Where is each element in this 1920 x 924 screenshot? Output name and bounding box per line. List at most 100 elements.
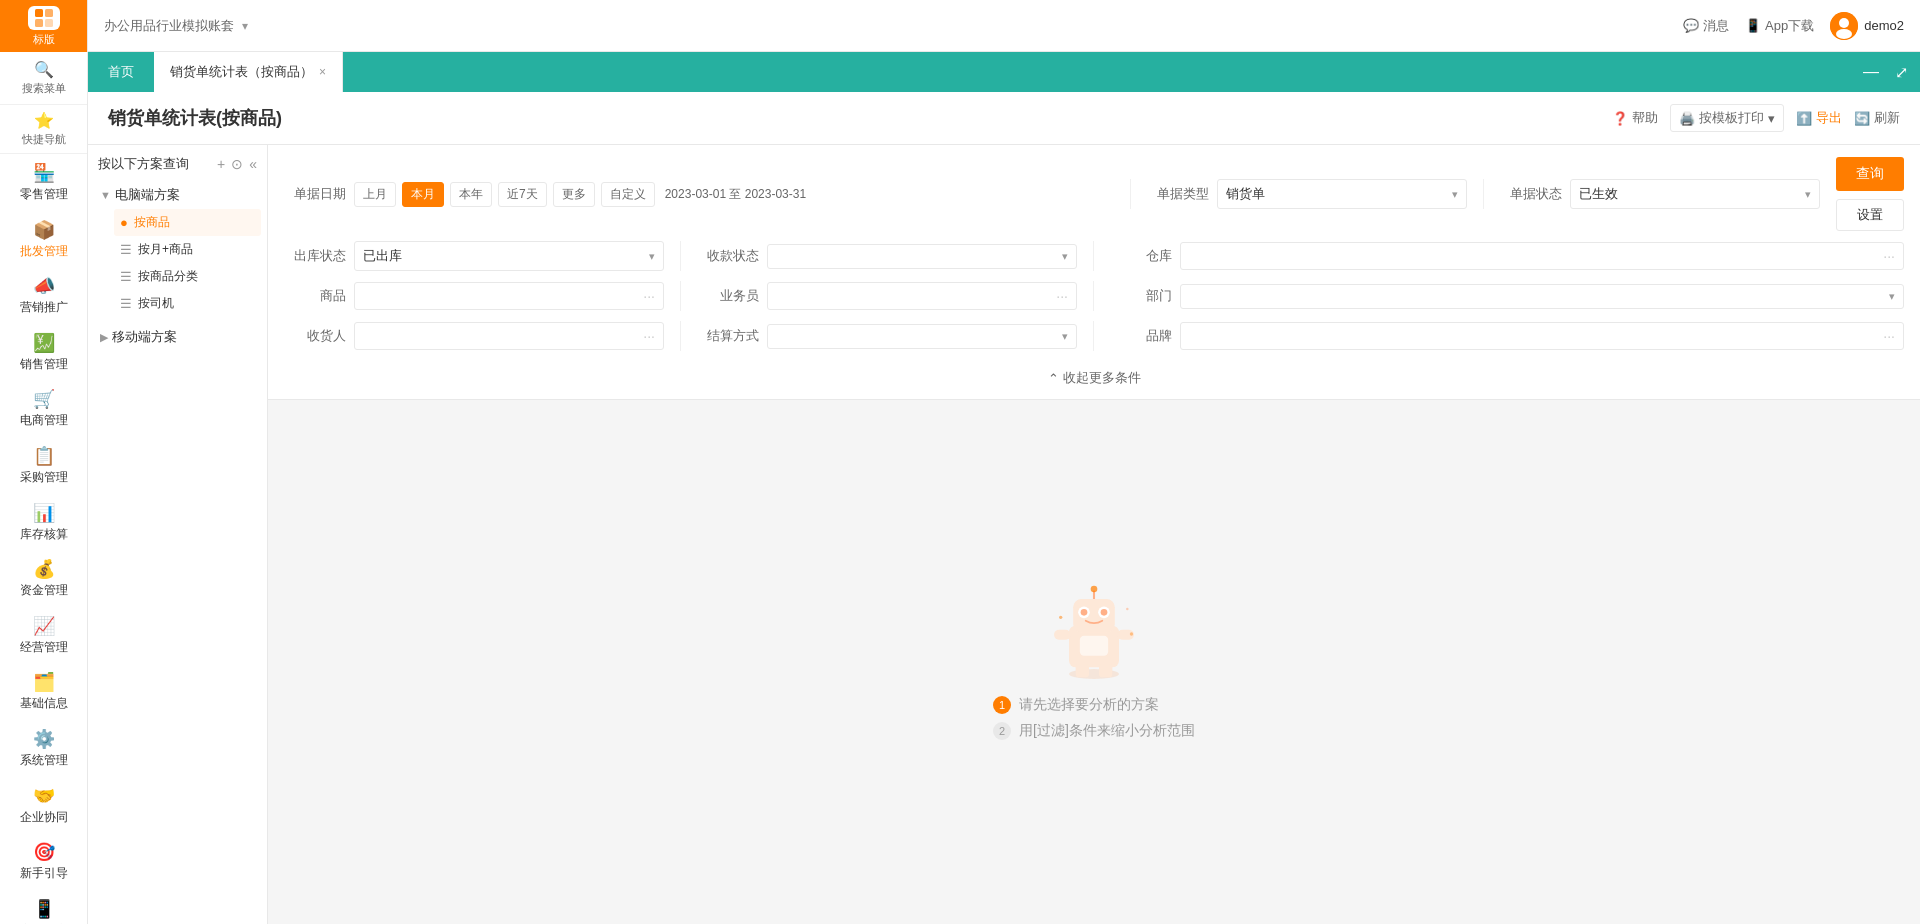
tree-item-by-cashier[interactable]: ☰ 按司机	[114, 290, 261, 317]
topbar-arrow-icon: ▾	[242, 19, 248, 33]
filter-row-3: 商品 ··· 业务员 ···	[284, 281, 1904, 311]
mobile-section-label: 移动端方案	[112, 328, 177, 346]
date-btn-7days[interactable]: 近7天	[498, 182, 547, 207]
filter-docstatus-select[interactable]: 已生效 ▾	[1570, 179, 1820, 209]
tab-home[interactable]: 首页	[88, 52, 154, 92]
settings-scheme-button[interactable]: ⊙	[231, 156, 243, 172]
sidebar-item-label: 经营管理	[20, 640, 68, 656]
filter-settlement-select[interactable]: ▾	[767, 324, 1077, 349]
date-btn-more[interactable]: 更多	[553, 182, 595, 207]
tree-item-by-month-product[interactable]: ☰ 按月+商品	[114, 236, 261, 263]
filter-actions: 查询 设置	[1820, 157, 1904, 231]
sidebar-item-system[interactable]: ⚙️ 系统管理	[0, 720, 87, 777]
topbar-left: 办公用品行业模拟账套 ▾	[104, 17, 248, 35]
sidebar-item-sales[interactable]: 💹 销售管理	[0, 324, 87, 381]
empty-illustration	[1044, 584, 1144, 684]
date-btn-this-month[interactable]: 本月	[402, 182, 444, 207]
tree-item-by-category[interactable]: ☰ 按商品分类	[114, 263, 261, 290]
topbar: 办公用品行业模拟账套 ▾ 💬 消息 📱 App下载 de	[88, 0, 1920, 52]
user-profile[interactable]: demo2	[1830, 12, 1904, 40]
sidebar-item-inventory[interactable]: 📊 库存核算	[0, 494, 87, 551]
message-button[interactable]: 💬 消息	[1683, 17, 1729, 35]
filter-salesperson-item: 业务员 ···	[697, 282, 1077, 310]
ecommerce-icon: 🛒	[33, 388, 55, 410]
export-button[interactable]: ⬆️ 导出	[1796, 109, 1842, 127]
tree-item-label: 按月+商品	[138, 241, 193, 258]
settings-button[interactable]: 设置	[1836, 199, 1904, 231]
sidebar-item-basic[interactable]: 🗂️ 基础信息	[0, 663, 87, 720]
filter-salesperson-input[interactable]: ···	[767, 282, 1077, 310]
select-arrow-icon2: ▾	[1805, 188, 1811, 201]
query-button[interactable]: 查询	[1836, 157, 1904, 191]
quick-nav-label: 快捷导航	[22, 132, 66, 147]
app-name: 标版	[33, 32, 55, 47]
sidebar-item-operations[interactable]: 📈 经营管理	[0, 607, 87, 664]
marketing-icon: 📣	[33, 275, 55, 297]
sidebar-item-retail[interactable]: 🏪 零售管理	[0, 154, 87, 211]
active-tab-label: 销货单统计表（按商品）	[170, 63, 313, 81]
sidebar-item-apps[interactable]: 📱 应用中心	[0, 890, 87, 924]
date-btn-this-year[interactable]: 本年	[450, 182, 492, 207]
hint-num-2: 2	[993, 722, 1011, 740]
filter-receiver-input[interactable]: ···	[354, 322, 664, 350]
refresh-button[interactable]: 🔄 刷新	[1854, 109, 1900, 127]
filter-department-item: 部门 ▾	[1110, 284, 1904, 309]
filter-brand-input[interactable]: ···	[1180, 322, 1904, 350]
app-logo[interactable]: 标版	[0, 0, 87, 52]
sales-icon: 💹	[33, 332, 55, 354]
filter-salesperson-label: 业务员	[697, 287, 767, 305]
svg-point-5	[1839, 18, 1849, 28]
help-label: 帮助	[1632, 109, 1658, 127]
collapse-button[interactable]: ⌃ 收起更多条件	[284, 361, 1904, 391]
svg-point-14	[1081, 609, 1088, 616]
tree-item-by-product[interactable]: ● 按商品	[114, 209, 261, 236]
collab-icon: 🤝	[33, 785, 55, 807]
sidebar-item-wholesale[interactable]: 📦 批发管理	[0, 211, 87, 268]
empty-text: 1 请先选择要分析的方案 2 用[过滤]条件来缩小分析范围	[993, 696, 1195, 740]
sidebar-item-finance[interactable]: 💰 资金管理	[0, 550, 87, 607]
filter-product-label: 商品	[284, 287, 354, 305]
message-label: 消息	[1703, 17, 1729, 35]
retail-icon: 🏪	[33, 162, 55, 184]
app-download-button[interactable]: 📱 App下载	[1745, 17, 1814, 35]
tab-active[interactable]: 销货单统计表（按商品） ×	[154, 52, 343, 92]
filter-dots-icon: ···	[1883, 248, 1895, 264]
home-tab-label: 首页	[108, 63, 134, 81]
tree-mobile-section[interactable]: ▶ 移动端方案	[94, 323, 261, 351]
finance-icon: 💰	[33, 558, 55, 580]
help-button[interactable]: ❓ 帮助	[1612, 109, 1658, 127]
hint-text-1: 请先选择要分析的方案	[1019, 696, 1159, 714]
filter-section: 单据日期 上月 本月 本年 近7天 更多 自定义 2023-03-01 至 20…	[268, 145, 1920, 400]
tab-minimize-button[interactable]: —	[1859, 59, 1883, 86]
print-button[interactable]: 🖨️ 按模板打印 ▾	[1670, 104, 1784, 132]
filter-payment-status-select[interactable]: ▾	[767, 244, 1077, 269]
date-range-display: 2023-03-01 至 2023-03-31	[665, 186, 806, 203]
collapse-panel-button[interactable]: «	[249, 156, 257, 172]
add-scheme-button[interactable]: +	[217, 156, 225, 172]
sidebar-item-ecommerce[interactable]: 🛒 电商管理	[0, 380, 87, 437]
quick-nav-item[interactable]: ⭐ 快捷导航	[0, 105, 87, 154]
sidebar-item-collab[interactable]: 🤝 企业协同	[0, 777, 87, 834]
search-menu-item[interactable]: 🔍 搜索菜单	[0, 52, 87, 105]
filter-row-2: 出库状态 已出库 ▾ 收款状态 ▾	[284, 241, 1904, 271]
tab-close-button[interactable]: ×	[319, 65, 326, 79]
filter-warehouse-input[interactable]: ···	[1180, 242, 1904, 270]
sidebar-item-purchase[interactable]: 📋 采购管理	[0, 437, 87, 494]
filter-warehouse-status-select[interactable]: 已出库 ▾	[354, 241, 664, 271]
sidebar-item-newbie[interactable]: 🎯 新手引导	[0, 833, 87, 890]
filter-doctype-select[interactable]: 销货单 ▾	[1217, 179, 1467, 209]
wholesale-icon: 📦	[33, 219, 55, 241]
svg-point-15	[1101, 609, 1108, 616]
export-label: 导出	[1816, 109, 1842, 127]
tree-children: ● 按商品 ☰ 按月+商品 ☰ 按商品分类 ☰	[94, 209, 261, 317]
page-header: 销货单统计表(按商品) ❓ 帮助 🖨️ 按模板打印 ▾ ⬆️ 导出 🔄 刷新	[88, 92, 1920, 145]
list-icon: ☰	[120, 242, 132, 257]
date-btn-last-month[interactable]: 上月	[354, 182, 396, 207]
tab-maximize-button[interactable]: ⤢	[1891, 59, 1912, 86]
hint-text-2: 用[过滤]条件来缩小分析范围	[1019, 722, 1195, 740]
cashier-icon: ☰	[120, 296, 132, 311]
sidebar-item-marketing[interactable]: 📣 营销推广	[0, 267, 87, 324]
date-btn-custom[interactable]: 自定义	[601, 182, 655, 207]
filter-product-input[interactable]: ···	[354, 282, 664, 310]
filter-department-select[interactable]: ▾	[1180, 284, 1904, 309]
